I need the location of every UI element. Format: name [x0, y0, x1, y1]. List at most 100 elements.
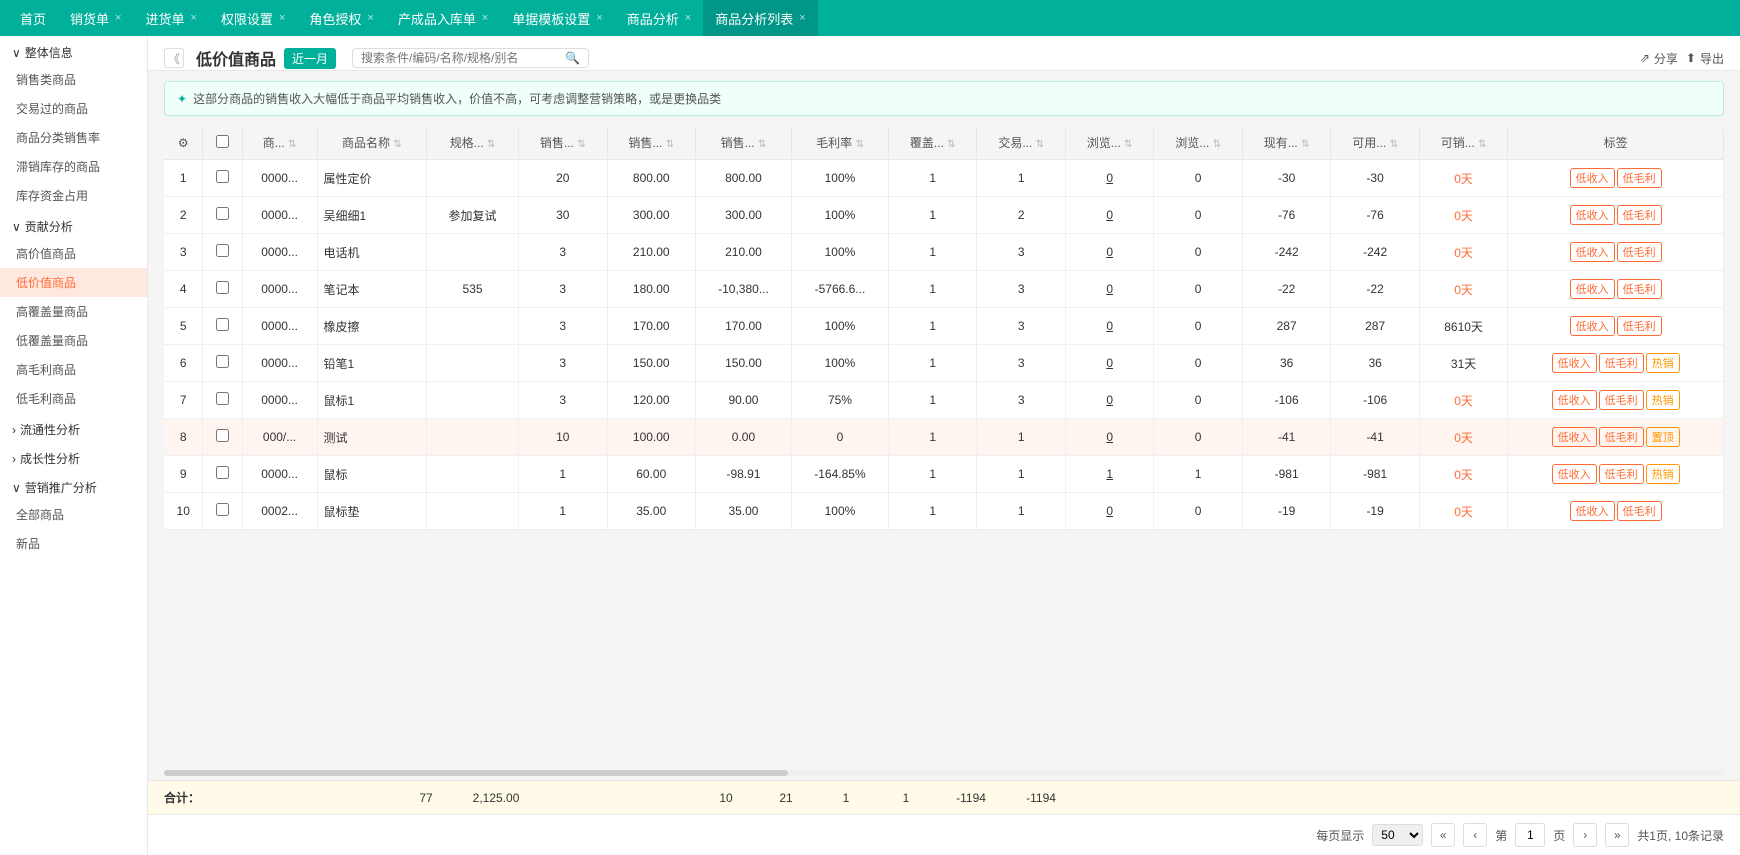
th-saleable[interactable]: 可销... ⇅	[1419, 126, 1507, 160]
row-name[interactable]: 测试	[317, 419, 427, 456]
th-transactions[interactable]: 交易... ⇅	[977, 126, 1065, 160]
th-sales-amount[interactable]: 销售... ⇅	[607, 126, 695, 160]
close-icon[interactable]: ×	[367, 12, 373, 24]
nav-roles[interactable]: 角色授权 ×	[297, 0, 385, 36]
th-settings[interactable]: ⚙	[164, 126, 203, 160]
prev-page-btn[interactable]: ‹	[1463, 823, 1487, 847]
sidebar-group-contribution[interactable]: ∨ 贡献分析	[0, 210, 147, 239]
scrollbar-thumb[interactable]	[164, 770, 788, 776]
row-browse1[interactable]: 0	[1065, 419, 1153, 456]
th-browse2[interactable]: 浏览... ⇅	[1154, 126, 1242, 160]
nav-home[interactable]: 首页	[8, 0, 58, 36]
horizontal-scrollbar[interactable]	[164, 770, 1724, 776]
row-checkbox[interactable]	[203, 345, 242, 382]
th-code[interactable]: 商... ⇅	[242, 126, 317, 160]
th-browse1[interactable]: 浏览... ⇅	[1065, 126, 1153, 160]
row-code: 0002...	[242, 493, 317, 530]
collapse-sidebar-btn[interactable]: 《	[164, 48, 184, 68]
sidebar-item-sales-goods[interactable]: 销售类商品	[0, 65, 147, 94]
export-btn[interactable]: ⬆ 导出	[1686, 50, 1724, 67]
nav-template[interactable]: 单据模板设置 ×	[500, 0, 614, 36]
sidebar-group-marketing[interactable]: ∨ 营销推广分析	[0, 471, 147, 500]
close-icon[interactable]: ×	[482, 12, 488, 24]
chevron-down-icon: ∨	[12, 220, 21, 234]
row-checkbox[interactable]	[203, 160, 242, 197]
sidebar-item-stock-fund[interactable]: 库存资金占用	[0, 181, 147, 210]
nav-products-in[interactable]: 产成品入库单 ×	[386, 0, 500, 36]
row-browse1[interactable]: 0	[1065, 271, 1153, 308]
row-browse1[interactable]: 0	[1065, 197, 1153, 234]
row-name[interactable]: 鼠标	[317, 456, 427, 493]
row-name[interactable]: 吴细细1	[317, 197, 427, 234]
sidebar-item-high-value[interactable]: 高价值商品	[0, 239, 147, 268]
row-name[interactable]: 铅笔1	[317, 345, 427, 382]
row-browse1[interactable]: 0	[1065, 493, 1153, 530]
current-page-input[interactable]	[1515, 823, 1545, 847]
nav-purchase[interactable]: 进货单 ×	[133, 0, 208, 36]
close-icon[interactable]: ×	[279, 12, 285, 24]
th-sales-qty[interactable]: 销售... ⇅	[519, 126, 607, 160]
th-spec[interactable]: 规格... ⇅	[427, 126, 519, 160]
close-icon[interactable]: ×	[685, 12, 691, 24]
th-checkbox[interactable]	[203, 126, 242, 160]
sidebar-item-new-goods[interactable]: 新品	[0, 529, 147, 558]
row-checkbox[interactable]	[203, 456, 242, 493]
close-icon[interactable]: ×	[190, 12, 196, 24]
sidebar-item-slow-goods[interactable]: 滞销库存的商品	[0, 152, 147, 181]
row-name[interactable]: 笔记本	[317, 271, 427, 308]
first-page-btn[interactable]: «	[1431, 823, 1455, 847]
row-name[interactable]: 橡皮擦	[317, 308, 427, 345]
row-browse1[interactable]: 0	[1065, 234, 1153, 271]
row-browse1[interactable]: 0	[1065, 308, 1153, 345]
th-gross-rate[interactable]: 毛利率 ⇅	[791, 126, 888, 160]
th-stock1[interactable]: 现有... ⇅	[1242, 126, 1330, 160]
sidebar-item-low-value[interactable]: 低价值商品	[0, 268, 147, 297]
row-checkbox[interactable]	[203, 382, 242, 419]
sidebar-item-low-margin[interactable]: 低毛利商品	[0, 384, 147, 413]
per-page-select[interactable]: 50 100 200	[1372, 824, 1423, 846]
th-coverage[interactable]: 覆盖... ⇅	[888, 126, 976, 160]
row-checkbox[interactable]	[203, 308, 242, 345]
sidebar-item-all-goods[interactable]: 全部商品	[0, 500, 147, 529]
row-checkbox[interactable]	[203, 197, 242, 234]
sidebar-item-category-rate[interactable]: 商品分类销售率	[0, 123, 147, 152]
nav-goods-analysis[interactable]: 商品分析 ×	[615, 0, 703, 36]
next-page-btn[interactable]: ›	[1573, 823, 1597, 847]
nav-permissions[interactable]: 权限设置 ×	[209, 0, 297, 36]
close-icon[interactable]: ×	[115, 12, 121, 24]
nav-goods-analysis-list[interactable]: 商品分析列表 ×	[703, 0, 817, 36]
row-checkbox[interactable]	[203, 493, 242, 530]
search-icon[interactable]: 🔍	[565, 51, 580, 65]
row-stock1: -981	[1242, 456, 1330, 493]
close-icon[interactable]: ×	[799, 12, 805, 24]
select-all-checkbox[interactable]	[216, 135, 229, 148]
row-checkbox[interactable]	[203, 234, 242, 271]
sidebar-group-flow[interactable]: › 流通性分析	[0, 413, 147, 442]
share-btn[interactable]: ⇗ 分享	[1640, 50, 1678, 67]
th-name[interactable]: 商品名称 ⇅	[317, 126, 427, 160]
sidebar-item-high-margin[interactable]: 高毛利商品	[0, 355, 147, 384]
last-page-btn[interactable]: »	[1605, 823, 1629, 847]
row-browse1[interactable]: 1	[1065, 456, 1153, 493]
th-available[interactable]: 可用... ⇅	[1331, 126, 1419, 160]
sidebar-group-overall[interactable]: ∨ 整体信息	[0, 36, 147, 65]
close-icon[interactable]: ×	[596, 12, 602, 24]
sidebar-item-traded-goods[interactable]: 交易过的商品	[0, 94, 147, 123]
period-filter-btn[interactable]: 近一月	[284, 48, 336, 69]
sidebar-group-growth[interactable]: › 成长性分析	[0, 442, 147, 471]
row-name[interactable]: 属性定价	[317, 160, 427, 197]
row-sales-amount: 35.00	[607, 493, 695, 530]
row-name[interactable]: 电话机	[317, 234, 427, 271]
row-browse1[interactable]: 0	[1065, 382, 1153, 419]
row-checkbox[interactable]	[203, 419, 242, 456]
sidebar-item-low-coverage[interactable]: 低覆盖量商品	[0, 326, 147, 355]
search-input[interactable]	[361, 51, 561, 65]
row-browse1[interactable]: 0	[1065, 345, 1153, 382]
nav-sales[interactable]: 销货单 ×	[58, 0, 133, 36]
row-name[interactable]: 鼠标1	[317, 382, 427, 419]
sidebar-item-high-coverage[interactable]: 高覆盖量商品	[0, 297, 147, 326]
row-checkbox[interactable]	[203, 271, 242, 308]
row-browse1[interactable]: 0	[1065, 160, 1153, 197]
th-sales-profit[interactable]: 销售... ⇅	[695, 126, 791, 160]
row-name[interactable]: 鼠标垫	[317, 493, 427, 530]
